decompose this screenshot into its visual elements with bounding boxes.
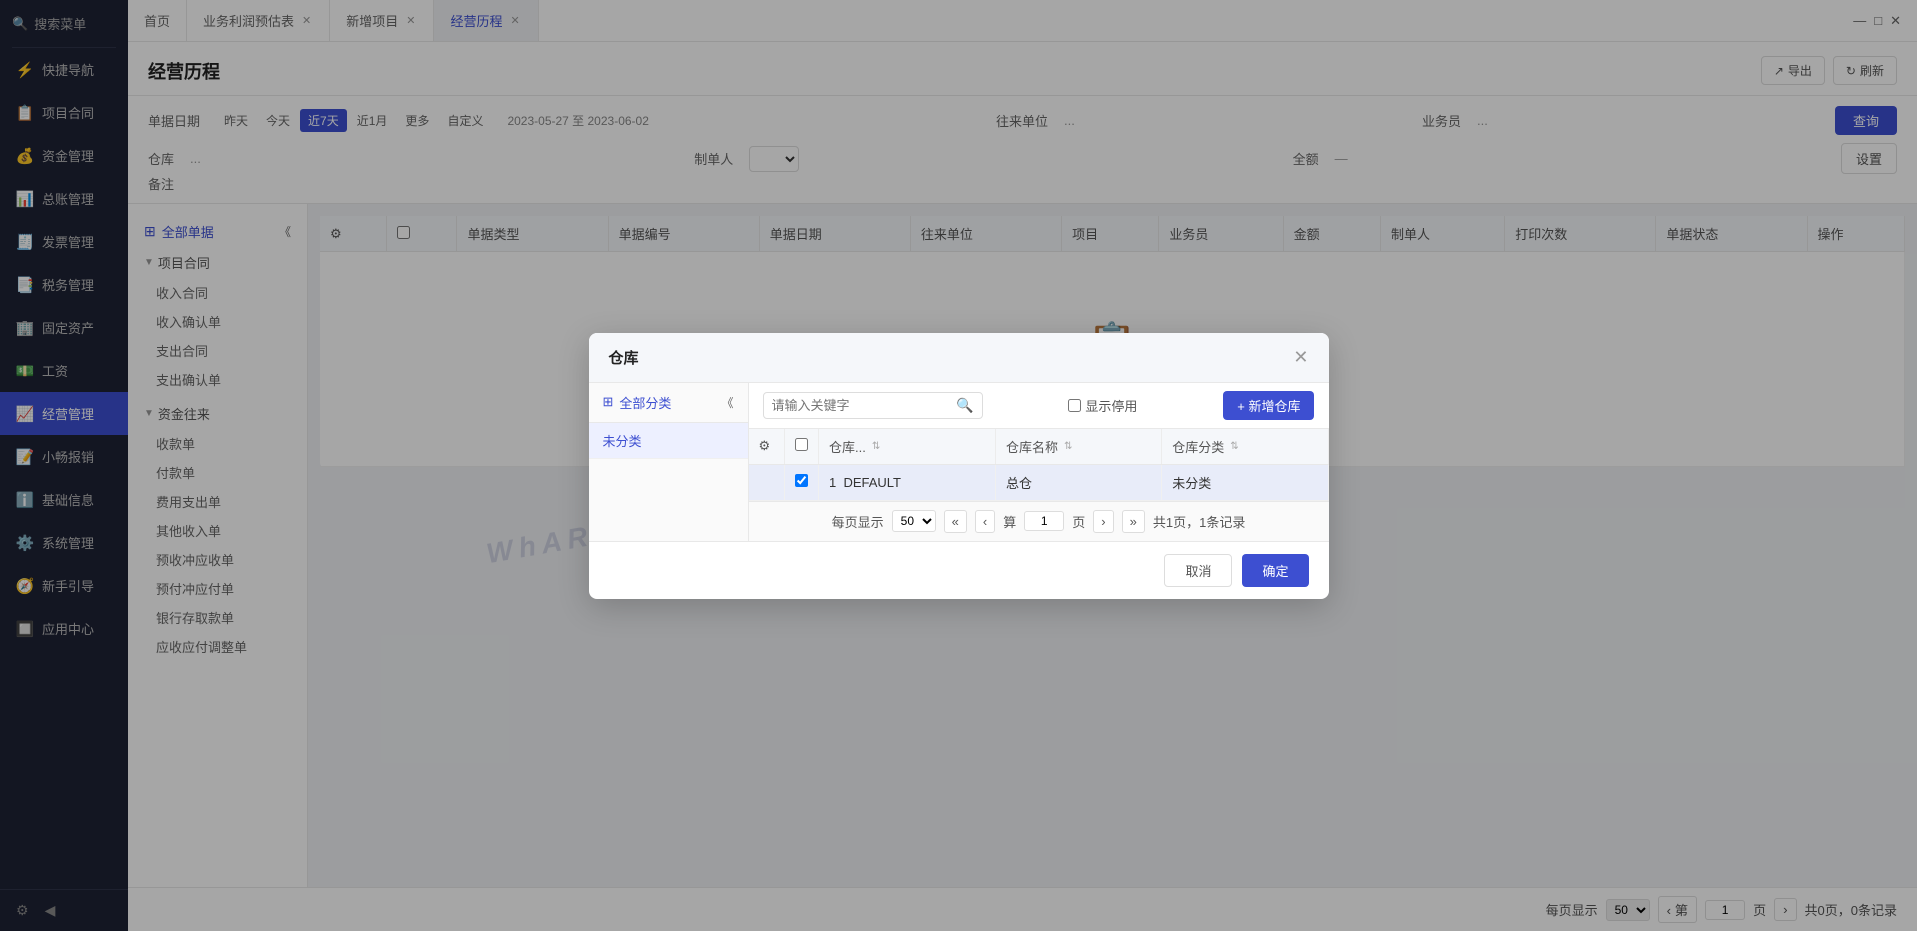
modal-toolbar: 🔍 显示停用 + 新增仓库	[749, 383, 1329, 429]
th-name-label: 仓库名称	[1006, 437, 1058, 456]
modal-first-page-btn[interactable]: «	[944, 510, 967, 533]
row-name-0: 总仓	[995, 464, 1161, 500]
modal-table-wrap: ⚙ 仓库... ⇅	[749, 429, 1329, 501]
modal-last-page-btn[interactable]: »	[1122, 510, 1145, 533]
modal-left-scroll: 未分类	[589, 423, 748, 541]
warehouse-row-0[interactable]: 1 DEFAULT 总仓 未分类	[749, 464, 1329, 500]
modal-page-size-label: 每页显示	[832, 512, 884, 531]
sort-icon-name: ⇅	[1064, 441, 1072, 452]
modal-next-page-btn[interactable]: ›	[1093, 510, 1113, 533]
modal-left-toggle[interactable]: 《	[721, 394, 733, 411]
modal-page-size-select[interactable]: 50	[892, 510, 936, 532]
modal-right-panel: 🔍 显示停用 + 新增仓库	[749, 383, 1329, 541]
row-checkbox-0[interactable]	[795, 474, 808, 487]
row-category-0: 未分类	[1162, 464, 1328, 500]
modal-search-wrap: 🔍	[763, 392, 983, 419]
th-name: 仓库名称 ⇅	[995, 429, 1161, 465]
th-name-inner[interactable]: 仓库名称 ⇅	[1006, 437, 1151, 456]
row-gear-0	[749, 464, 785, 500]
modal-page-unit: 页	[1072, 512, 1085, 531]
add-warehouse-button[interactable]: + 新增仓库	[1223, 391, 1314, 420]
th-category-inner[interactable]: 仓库分类 ⇅	[1172, 437, 1317, 456]
modal-close-btn[interactable]: ✕	[1293, 348, 1308, 366]
row-check-0	[785, 464, 819, 500]
cancel-button[interactable]: 取消	[1164, 554, 1232, 587]
modal-overlay: 仓库 ✕ ⊞ 全部分类 《 未分类	[0, 0, 1917, 931]
modal-title: 仓库	[609, 347, 639, 368]
modal-prev-page-btn[interactable]: ‹	[975, 510, 995, 533]
grid-icon-modal: ⊞	[603, 394, 614, 410]
row-code-0: 1 DEFAULT	[819, 464, 996, 500]
gear-icon-th[interactable]: ⚙	[759, 438, 771, 453]
modal-search-input[interactable]	[772, 398, 951, 413]
warehouse-table-header: ⚙ 仓库... ⇅	[749, 429, 1329, 465]
modal-search-icon: 🔍	[956, 397, 973, 414]
add-warehouse-label: + 新增仓库	[1237, 396, 1300, 415]
modal-page-input[interactable]	[1024, 511, 1064, 531]
warehouse-table-body: 1 DEFAULT 总仓 未分类	[749, 464, 1329, 500]
show-disabled-label: 显示停用	[1068, 396, 1137, 415]
th-category: 仓库分类 ⇅	[1162, 429, 1328, 465]
modal-page-label: 算	[1003, 512, 1016, 531]
th-code-label: 仓库...	[829, 437, 866, 456]
th-check	[785, 429, 819, 465]
modal-total-info: 共1页，1条记录	[1153, 512, 1245, 531]
modal-header: 仓库 ✕	[589, 333, 1329, 383]
warehouse-table: ⚙ 仓库... ⇅	[749, 429, 1329, 501]
th-code-inner[interactable]: 仓库... ⇅	[829, 437, 985, 456]
confirm-button[interactable]: 确定	[1242, 554, 1308, 587]
modal-actions: 取消 确定	[589, 541, 1329, 599]
th-code: 仓库... ⇅	[819, 429, 996, 465]
uncategorized-item[interactable]: 未分类	[589, 423, 748, 459]
all-category-label[interactable]: 全部分类	[619, 393, 715, 412]
sort-icon-category: ⇅	[1230, 441, 1238, 452]
modal-left-header: ⊞ 全部分类 《	[589, 383, 748, 423]
th-gear: ⚙	[749, 429, 785, 465]
show-disabled-text: 显示停用	[1085, 396, 1137, 415]
modal-left-panel: ⊞ 全部分类 《 未分类	[589, 383, 749, 541]
show-disabled-checkbox[interactable]	[1068, 399, 1081, 412]
modal-pagination: 每页显示 50 « ‹ 算 页 › » 共1页，1条记录	[749, 501, 1329, 541]
th-category-label: 仓库分类	[1172, 437, 1224, 456]
modal-body: ⊞ 全部分类 《 未分类 🔍 显示停用	[589, 383, 1329, 541]
select-all-checkbox[interactable]	[795, 438, 808, 451]
sort-icon-code: ⇅	[872, 441, 880, 452]
warehouse-modal: 仓库 ✕ ⊞ 全部分类 《 未分类	[589, 333, 1329, 599]
